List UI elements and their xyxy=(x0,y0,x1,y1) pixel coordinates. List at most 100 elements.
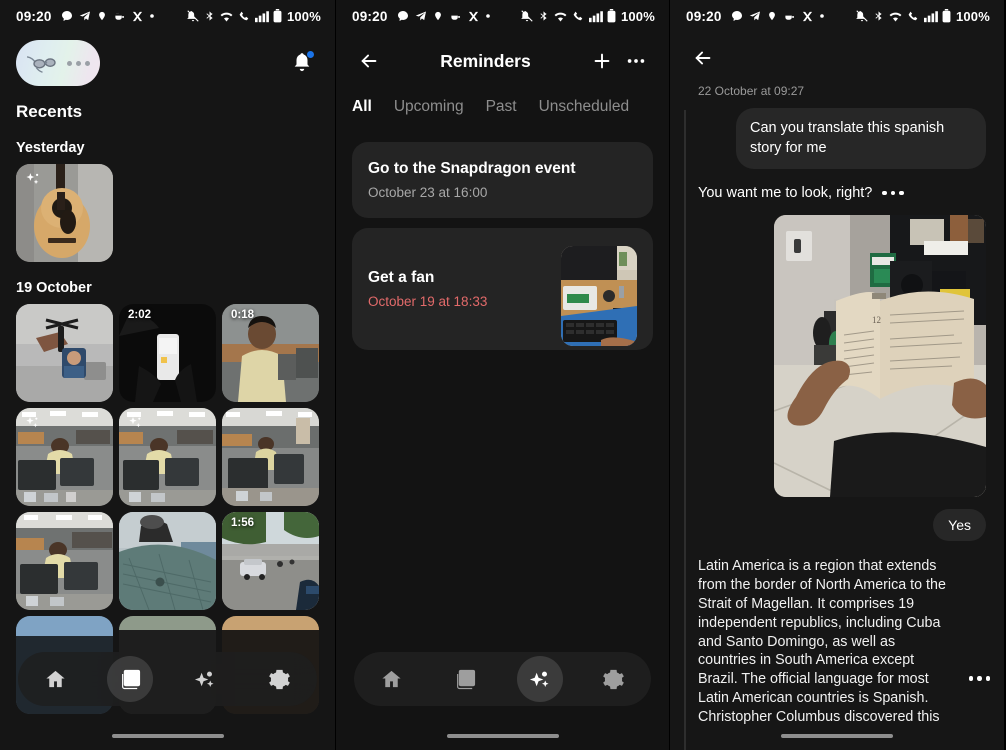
x-app-icon xyxy=(132,11,143,22)
back-arrow-icon xyxy=(361,54,377,68)
telegram-icon xyxy=(749,10,761,22)
tab-all[interactable]: All xyxy=(352,98,372,116)
chat-thread: Can you translate this spanish story for… xyxy=(670,108,1004,750)
home-indicator xyxy=(446,734,559,738)
glasses-icon xyxy=(26,56,56,73)
app-bar xyxy=(670,32,1004,84)
gallery-icon xyxy=(456,669,475,689)
nav-home[interactable] xyxy=(32,656,78,702)
conversation-timestamp: 22 October at 09:27 xyxy=(698,84,805,98)
nav-home[interactable] xyxy=(368,656,414,702)
page-title: Reminders xyxy=(440,50,531,71)
desk-fan-photo xyxy=(561,246,637,346)
back-button[interactable] xyxy=(352,44,386,78)
status-bar-left: 09:20 xyxy=(352,9,491,24)
tab-unscheduled[interactable]: Unscheduled xyxy=(539,98,629,116)
chat-balloon-icon xyxy=(731,10,743,22)
notification-bell[interactable] xyxy=(287,48,317,78)
nav-settings[interactable] xyxy=(591,656,637,702)
status-bar: 09:20 100% xyxy=(0,0,335,32)
office-desk-photo-3 xyxy=(222,408,319,506)
nav-gallery[interactable] xyxy=(107,656,154,702)
signal-bars-icon xyxy=(923,10,938,23)
status-time: 09:20 xyxy=(352,8,388,24)
reminder-thumbnail[interactable] xyxy=(561,246,637,346)
mute-icon xyxy=(186,9,200,23)
panel-reminders: 09:20 100% Reminders All Upcoming Past U… xyxy=(335,0,670,750)
smart-glasses-widget[interactable] xyxy=(16,40,100,86)
home-indicator xyxy=(781,734,893,738)
three-phone-screenshots: 09:20 100% Recents Yesterday 19 October … xyxy=(0,0,1006,750)
chat-balloon-icon xyxy=(397,10,409,22)
drone-selfie-photo xyxy=(16,304,113,402)
panel-gallery: 09:20 100% Recents Yesterday 19 October … xyxy=(0,0,335,750)
telegram-icon xyxy=(79,10,91,22)
app-bar: Reminders xyxy=(336,32,669,90)
bluetooth-icon xyxy=(538,9,549,23)
gallery-tile-lap-jeans[interactable] xyxy=(119,512,216,610)
gallery-tile-dark-phone[interactable]: 2:02 xyxy=(119,304,216,402)
back-arrow-icon xyxy=(695,51,711,65)
home-indicator xyxy=(111,734,224,738)
location-pin-icon xyxy=(97,10,107,22)
location-pin-icon xyxy=(767,10,777,22)
status-bar: 09:20 100% xyxy=(670,0,1004,32)
panel-ai-chat: 09:20 100% 22 October at 09:27 Can you t… xyxy=(670,0,1004,750)
gallery-tile-office-1[interactable] xyxy=(16,408,113,506)
sparkle-icon xyxy=(195,671,214,687)
gallery-tile-office-4[interactable] xyxy=(16,512,113,610)
overflow-menu-button[interactable] xyxy=(619,44,653,78)
signal-bars-icon xyxy=(588,10,603,23)
telegram-icon xyxy=(415,10,427,22)
more-dot-icon xyxy=(485,13,491,19)
reminder-card[interactable]: Get a fan October 19 at 18:33 xyxy=(352,228,653,350)
gallery-tile-drone-selfie[interactable] xyxy=(16,304,113,402)
assistant-question-row: You want me to look, right? xyxy=(698,185,986,201)
nav-gallery[interactable] xyxy=(442,656,488,702)
gallery-tile-office-2[interactable] xyxy=(119,408,216,506)
plus-icon xyxy=(594,53,610,69)
message-options-button[interactable] xyxy=(882,190,904,196)
coffee-icon xyxy=(783,11,796,22)
answer-options-button[interactable] xyxy=(968,676,990,681)
x-app-icon xyxy=(802,11,813,22)
lap-jeans-photo xyxy=(119,512,216,610)
status-time: 09:20 xyxy=(16,8,52,24)
gallery-tile-office-3[interactable] xyxy=(222,408,319,506)
reminder-title: Go to the Snapdragon event xyxy=(368,160,576,177)
tab-past[interactable]: Past xyxy=(486,98,517,116)
nav-ai[interactable] xyxy=(516,656,563,702)
wifi-icon xyxy=(219,10,234,23)
reminder-card[interactable]: Go to the Snapdragon event October 23 at… xyxy=(352,142,653,218)
gear-icon xyxy=(269,669,290,689)
home-icon xyxy=(382,670,401,687)
gallery-icon xyxy=(121,669,140,689)
video-duration-badge: 0:18 xyxy=(231,309,255,321)
back-button[interactable] xyxy=(686,41,720,75)
nav-ai[interactable] xyxy=(182,656,228,702)
wifi-icon xyxy=(888,10,903,23)
add-reminder-button[interactable] xyxy=(585,44,619,78)
battery-icon xyxy=(942,9,951,23)
tab-upcoming[interactable]: Upcoming xyxy=(394,98,464,116)
volte-call-icon xyxy=(238,10,251,23)
chat-attached-photo[interactable]: 12 xyxy=(774,215,986,498)
gallery-tile-guitar[interactable] xyxy=(16,164,113,262)
assistant-answer-text: Latin America is a region that extends f… xyxy=(698,558,946,725)
gallery-tile-street-ride[interactable]: 1:56 xyxy=(222,512,319,610)
sparkle-icon xyxy=(530,671,549,687)
signal-bars-icon xyxy=(254,10,269,23)
assistant-question-text: You want me to look, right? xyxy=(698,185,873,202)
ai-sparkle-icon xyxy=(24,171,41,193)
status-time: 09:20 xyxy=(686,8,722,24)
gallery-tile-office-person[interactable]: 0:18 xyxy=(222,304,319,402)
video-duration-badge: 2:02 xyxy=(128,309,152,321)
gallery-header xyxy=(0,32,335,88)
mute-icon xyxy=(855,9,869,23)
coffee-icon xyxy=(449,11,462,22)
bluetooth-icon xyxy=(873,9,884,23)
mute-icon xyxy=(520,9,534,23)
section-heading-19-october: 19 October xyxy=(16,280,92,296)
nav-settings[interactable] xyxy=(257,656,303,702)
battery-percent: 100% xyxy=(620,8,655,24)
